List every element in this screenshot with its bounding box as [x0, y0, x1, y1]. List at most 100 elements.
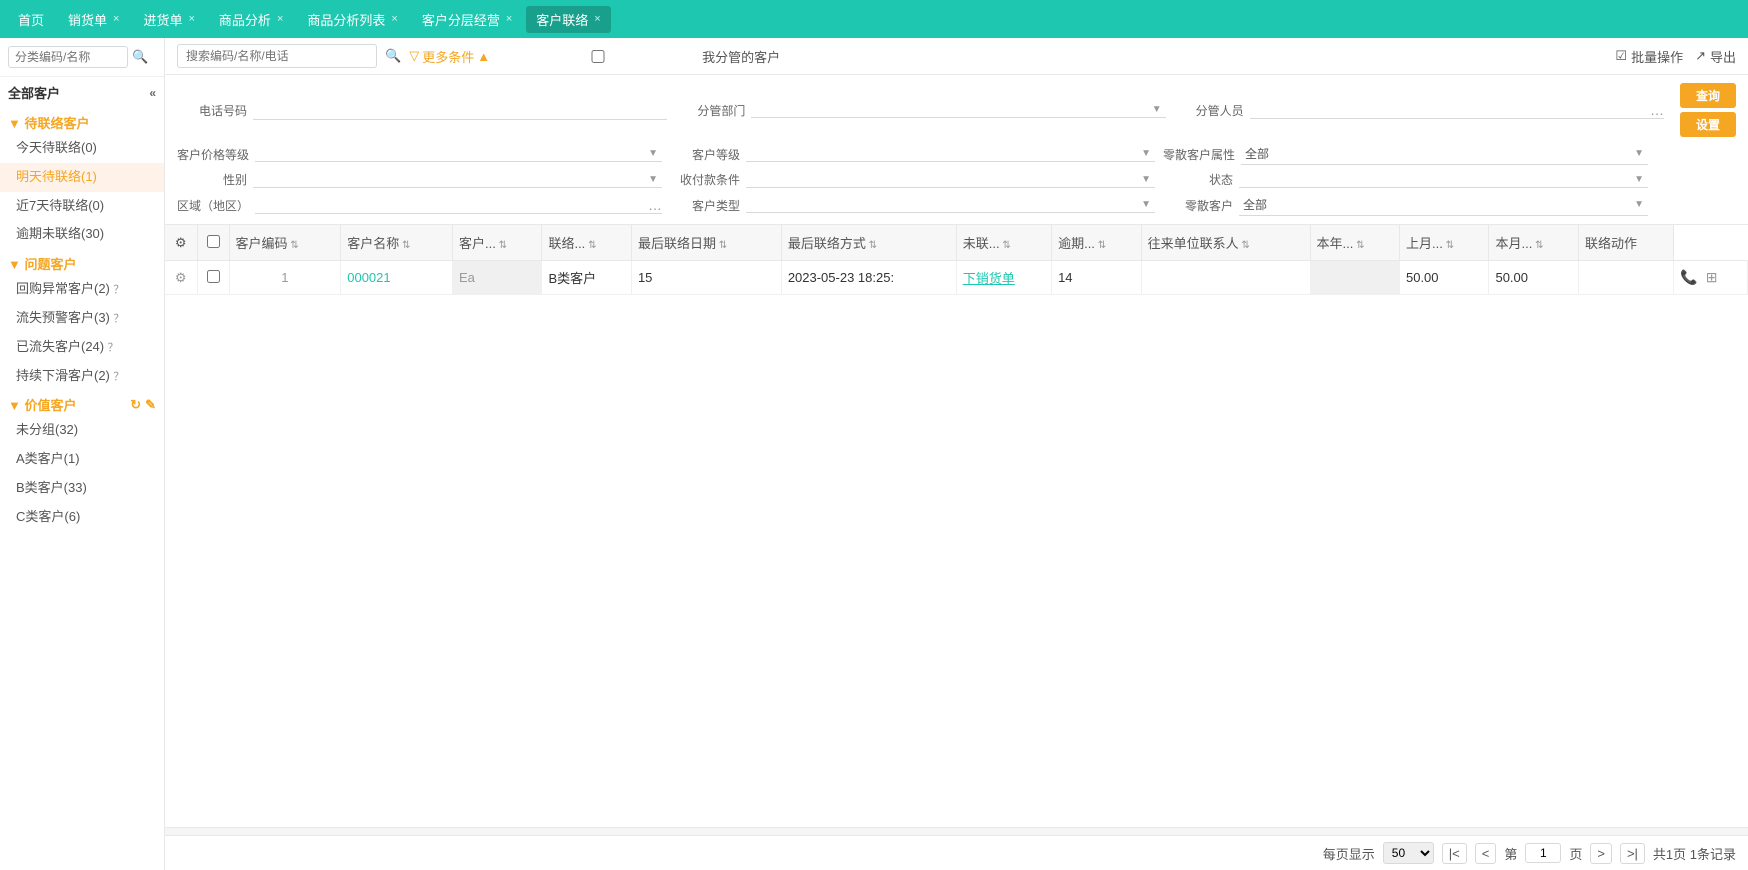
query-button[interactable]: 查询: [1680, 83, 1736, 108]
customer-type-select[interactable]: ▼: [746, 197, 1155, 213]
nav-customer-contact[interactable]: 客户联络 ×: [526, 6, 610, 33]
batch-action-button[interactable]: ☑ 批量操作: [1615, 47, 1683, 66]
sidebar-item-near7[interactable]: 近7天待联络(0): [0, 192, 164, 221]
filter-row-3: 性别 ▼ 收付款条件 ▼ 状态: [177, 171, 1736, 188]
sidebar-item-b-class[interactable]: B类客户(33): [0, 474, 164, 503]
status-select[interactable]: ▼: [1239, 172, 1648, 188]
value-edit-icon[interactable]: ✎: [145, 397, 156, 413]
action-phone-icon[interactable]: 📞: [1680, 269, 1697, 286]
sidebar-item-c-class[interactable]: C类客户(6): [0, 503, 164, 532]
nav-sales-order[interactable]: 销货单 ×: [58, 6, 129, 33]
horizontal-scrollbar[interactable]: [165, 827, 1748, 835]
filter-customer-type: 客户类型 ▼: [670, 197, 1155, 214]
main-content: 🔍 ▽ 更多条件 ▲ 我分管的客户 ☑ 批量操作 ↗ 导出: [165, 38, 1748, 870]
filter-panel: 电话号码 分管部门 ▼ 分管人员 …: [165, 75, 1748, 225]
manager-dots-icon[interactable]: …: [1650, 102, 1664, 118]
nav-close-product-analysis-list[interactable]: ×: [391, 13, 397, 25]
customer-level-select[interactable]: ▼: [746, 146, 1155, 162]
th-last-month[interactable]: 上月...: [1399, 225, 1488, 261]
search-input[interactable]: [177, 44, 377, 68]
th-not-contacted[interactable]: 未联...: [956, 225, 1051, 261]
export-icon: ↗: [1695, 48, 1706, 64]
nav-close-sales-order[interactable]: ×: [113, 13, 119, 25]
nav-close-purchase-order[interactable]: ×: [188, 13, 194, 25]
filter-row-2: 客户价格等级 ▼ 客户等级 ▼ 零散客户属性 全部: [177, 143, 1736, 165]
row-check[interactable]: [197, 261, 229, 295]
sidebar-search-input[interactable]: [8, 46, 128, 68]
filter-region: 区域（地区） …: [177, 197, 662, 214]
select-all-checkbox[interactable]: [207, 235, 220, 248]
row-gear[interactable]: ⚙: [165, 261, 197, 295]
sidebar-item-already-churn[interactable]: 已流失客户(24) ？: [0, 333, 164, 362]
top-navigation: 首页 销货单 × 进货单 × 商品分析 × 商品分析列表 × 客户分层经营 × …: [0, 0, 1748, 38]
customer-type-label: 客户类型: [670, 197, 740, 214]
nav-close-customer-contact[interactable]: ×: [594, 13, 600, 25]
nav-product-analysis[interactable]: 商品分析 ×: [209, 6, 293, 33]
retail-customer-select[interactable]: 全部 ▼: [1239, 194, 1648, 216]
search-button[interactable]: 🔍: [385, 48, 401, 64]
sidebar-value-label: ▼ 价值客户 ↻ ✎: [0, 390, 164, 416]
sidebar-item-continuous-decline[interactable]: 持续下滑客户(2) ？: [0, 362, 164, 391]
nav-customer-stratification[interactable]: 客户分层经营 ×: [412, 6, 522, 33]
th-this-month[interactable]: 本月...: [1489, 225, 1578, 261]
nav-product-analysis-list[interactable]: 商品分析列表 ×: [297, 6, 407, 33]
nav-home[interactable]: 首页: [8, 6, 54, 33]
sidebar-search-icon[interactable]: 🔍: [132, 49, 148, 65]
region-dots-icon[interactable]: …: [648, 197, 662, 213]
phone-input[interactable]: [253, 101, 667, 120]
row-index: 1: [229, 261, 341, 295]
last-page-button[interactable]: >|: [1620, 843, 1645, 864]
filter-retail-customer: 零散客户 全部 ▼: [1163, 194, 1648, 216]
th-company-contact[interactable]: 往来单位联系人: [1141, 225, 1310, 261]
sidebar-item-churn-risk[interactable]: 流失预警客户(3) ？: [0, 304, 164, 333]
nav-purchase-order[interactable]: 进货单 ×: [133, 6, 204, 33]
th-last-method[interactable]: 最后联络方式: [781, 225, 956, 261]
th-last-date[interactable]: 最后联络日期: [631, 225, 781, 261]
more-conditions-button[interactable]: ▽ 更多条件 ▲: [409, 47, 490, 66]
row-last-method[interactable]: 下销货单: [956, 261, 1051, 295]
dept-select[interactable]: ▼: [751, 102, 1165, 118]
page-number-input[interactable]: [1525, 843, 1561, 863]
nav-close-product-analysis[interactable]: ×: [277, 13, 283, 25]
th-type[interactable]: 客户...: [452, 225, 541, 261]
th-name[interactable]: 客户名称: [341, 225, 453, 261]
export-button[interactable]: ↗ 导出: [1695, 47, 1736, 66]
chevron-up-icon: ▲: [477, 49, 490, 64]
sidebar-item-tomorrow[interactable]: 明天待联络(1): [0, 163, 164, 192]
sidebar-item-repurchase-abnormal[interactable]: 回购异常客户(2) ？: [0, 275, 164, 304]
th-this-year[interactable]: 本年...: [1310, 225, 1399, 261]
sidebar-item-unclassified[interactable]: 未分组(32): [0, 416, 164, 445]
first-page-button[interactable]: |<: [1442, 843, 1467, 864]
table-row: ⚙ 1 000021 Ea B类客户 15 2023-05-23 18:25: …: [165, 261, 1748, 295]
value-refresh-icon[interactable]: ↻: [130, 397, 141, 413]
row-this-month: [1578, 261, 1673, 295]
row-checkbox[interactable]: [207, 270, 220, 283]
gender-select[interactable]: ▼: [253, 172, 662, 188]
reset-button[interactable]: 设置: [1680, 112, 1736, 137]
th-code[interactable]: 客户编码: [229, 225, 341, 261]
row-company-contact: [1310, 261, 1399, 295]
my-customers-checkbox-input[interactable]: [498, 50, 698, 63]
row-code: 000021: [341, 261, 453, 295]
sidebar-item-overdue[interactable]: 逾期未联络(30): [0, 220, 164, 249]
action-grid-icon[interactable]: ⊞: [1706, 269, 1718, 286]
retail-attr-select[interactable]: 全部 ▼: [1241, 143, 1648, 165]
nav-close-customer-stratification[interactable]: ×: [506, 13, 512, 25]
th-contact[interactable]: 联络...: [542, 225, 631, 261]
th-overdue[interactable]: 逾期...: [1052, 225, 1141, 261]
sidebar-item-today[interactable]: 今天待联络(0): [0, 134, 164, 163]
filter-status: 状态 ▼: [1163, 171, 1648, 188]
manager-input[interactable]: …: [1250, 102, 1664, 119]
sidebar-all-customers[interactable]: 全部客户 «: [0, 77, 164, 108]
region-input[interactable]: …: [255, 197, 662, 214]
next-page-button[interactable]: >: [1590, 843, 1612, 864]
payment-select[interactable]: ▼: [746, 172, 1155, 188]
my-customers-checkbox[interactable]: 我分管的客户: [498, 47, 780, 66]
sidebar-item-a-class[interactable]: A类客户(1): [0, 445, 164, 474]
row-not-contacted: 14: [1052, 261, 1141, 295]
filter-row-1: 电话号码 分管部门 ▼ 分管人员 …: [177, 83, 1736, 137]
price-level-select[interactable]: ▼: [255, 146, 662, 162]
th-action: 联络动作: [1578, 225, 1673, 261]
page-size-select[interactable]: 50 100 200: [1383, 842, 1434, 864]
prev-page-button[interactable]: <: [1475, 843, 1497, 864]
